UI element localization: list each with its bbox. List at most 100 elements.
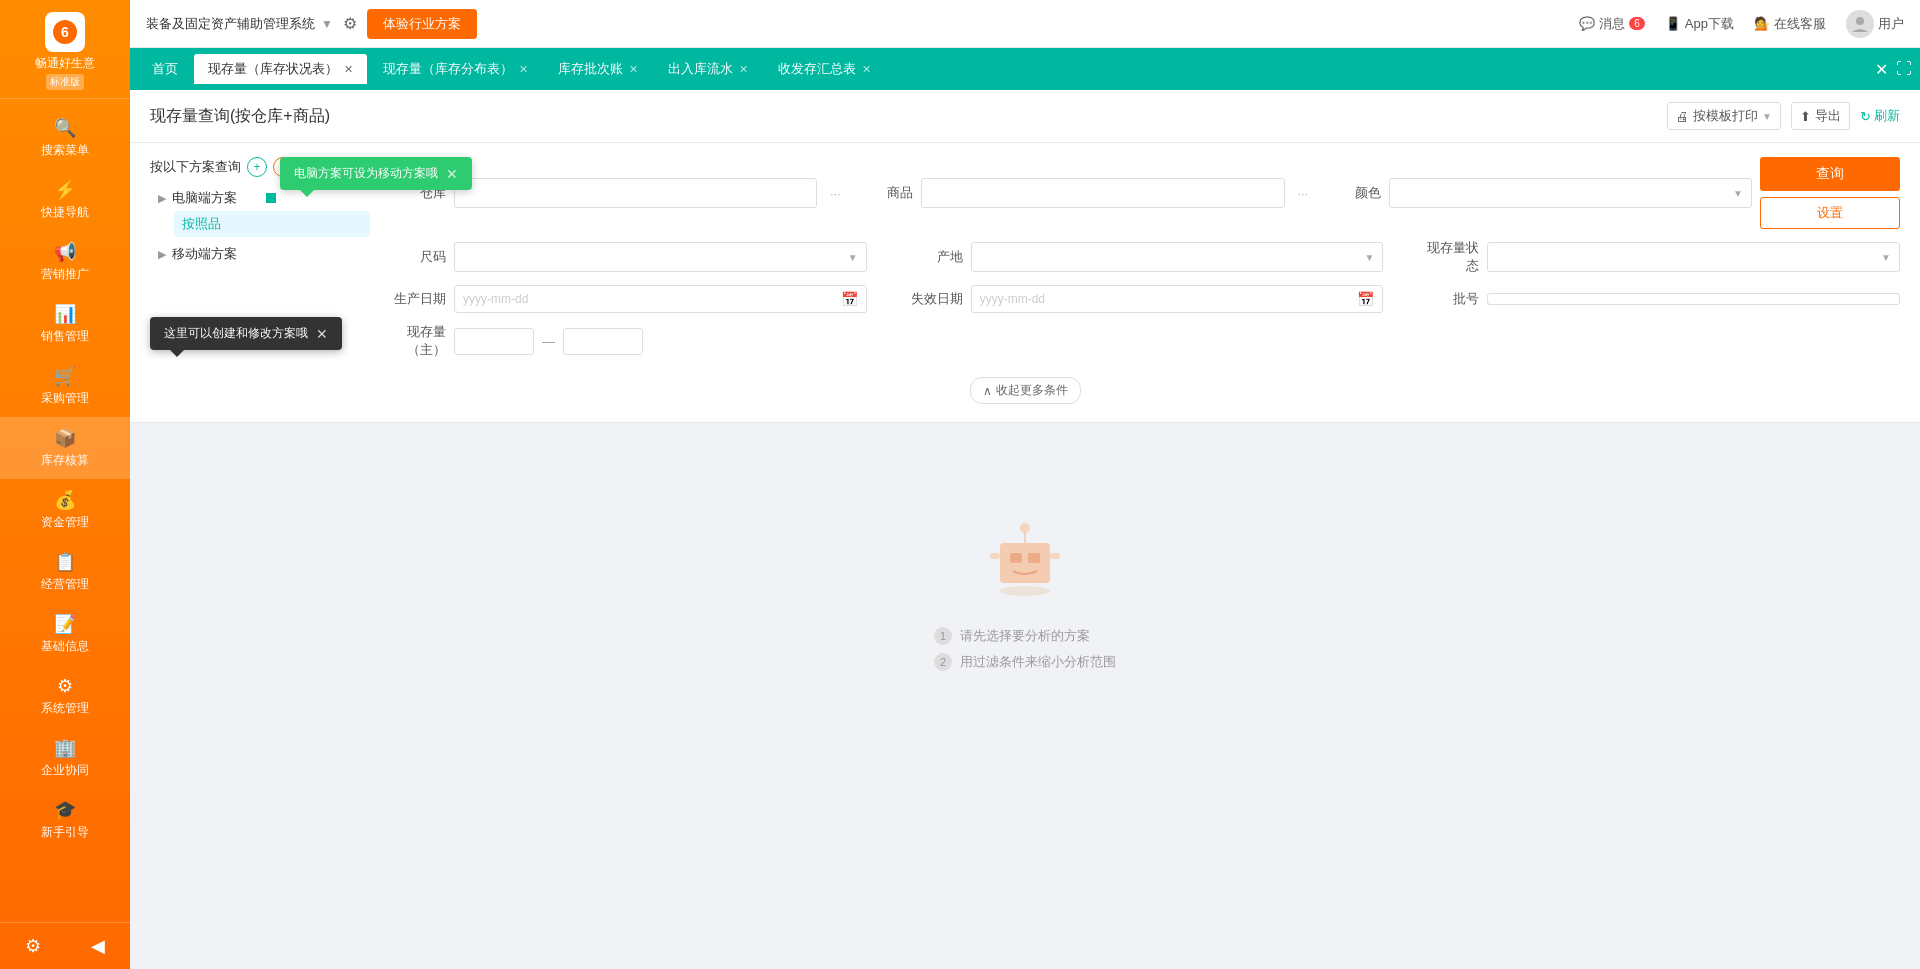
batch-input[interactable] (1487, 293, 1900, 305)
product-label: 商品 (853, 184, 913, 202)
expire-date-label: 失效日期 (903, 290, 963, 308)
sidebar-item-inventory[interactable]: 📦 库存核算 (0, 417, 130, 479)
tooltip-close-create[interactable]: ✕ (316, 326, 328, 342)
svg-point-10 (1000, 586, 1050, 596)
stock-min-input[interactable] (454, 328, 534, 355)
batch-label: 批号 (1419, 290, 1479, 308)
stock-main-label: 现存量（主） (386, 323, 446, 359)
scheme-mobile[interactable]: ▶ 移动端方案 (150, 241, 370, 267)
add-scheme-btn[interactable]: + (247, 157, 267, 177)
svg-rect-7 (1050, 553, 1060, 559)
message-icon: 💬 (1579, 16, 1595, 31)
prod-date-label: 生产日期 (386, 290, 446, 308)
tooltip-close-scheme[interactable]: ✕ (446, 166, 458, 182)
origin-select[interactable]: ▼ (971, 242, 1384, 272)
stock-status-dropdown-icon: ▼ (1881, 252, 1891, 263)
size-select[interactable]: ▼ (454, 242, 867, 272)
service-icon: 💁 (1754, 16, 1770, 31)
query-btn[interactable]: 查询 (1760, 157, 1900, 191)
tab-close-inout-flow[interactable]: ✕ (739, 63, 748, 76)
user-btn[interactable]: 用户 (1846, 10, 1904, 38)
tab-inout-flow[interactable]: 出入库流水 ✕ (654, 54, 762, 84)
sidebar-item-marketing[interactable]: 📢 营销推广 (0, 231, 130, 293)
sidebar-settings-btn[interactable]: ⚙ (25, 935, 41, 957)
tab-batch-ledger[interactable]: 库存批次账 ✕ (544, 54, 652, 84)
gear-icon[interactable]: ⚙ (343, 14, 357, 33)
sidebar-item-corp[interactable]: 🏢 企业协同 (0, 727, 130, 789)
tab-close-inventory-status[interactable]: ✕ (344, 63, 353, 76)
stock-dash: — (542, 334, 555, 349)
sidebar-collapse-btn[interactable]: ◀ (91, 935, 105, 957)
topbar-right: 💬 消息 6 📱 App下载 💁 在线客服 用户 (1579, 10, 1904, 38)
stock-status-select[interactable]: ▼ (1487, 242, 1900, 272)
empty-steps: 1 请先选择要分析的方案 2 用过滤条件来缩小分析范围 (934, 623, 1116, 675)
sidebar-item-finance[interactable]: 💰 资金管理 (0, 479, 130, 541)
svg-rect-6 (990, 553, 1000, 559)
topbar-left: 装备及固定资产辅助管理系统 ▼ ⚙ 体验行业方案 (146, 9, 477, 39)
tab-home[interactable]: 首页 (138, 54, 192, 84)
dropdown-arrow-icon: ▼ (321, 17, 333, 31)
origin-label: 产地 (903, 248, 963, 266)
finance-icon: 💰 (54, 489, 76, 511)
step-num-2: 2 (934, 653, 952, 671)
tab-inventory-status[interactable]: 现存量（库存状况表） ✕ (194, 54, 367, 84)
warehouse-more-icon[interactable]: ··· (825, 186, 845, 201)
sidebar-item-operation[interactable]: 📋 经营管理 (0, 541, 130, 603)
warehouse-select[interactable] (454, 178, 817, 208)
sidebar-item-system[interactable]: ⚙ 系统管理 (0, 665, 130, 727)
sidebar-item-guide[interactable]: 🎓 新手引导 (0, 789, 130, 851)
color-label: 颜色 (1321, 184, 1381, 202)
refresh-btn[interactable]: ↻ 刷新 (1860, 107, 1900, 125)
corp-icon: 🏢 (54, 737, 76, 759)
app-download-btn[interactable]: 📱 App下载 (1665, 15, 1734, 33)
message-btn[interactable]: 💬 消息 6 (1579, 15, 1645, 33)
collapse-btn[interactable]: ∧ 收起更多条件 (970, 377, 1081, 404)
prod-date-input[interactable]: yyyy-mm-dd 📅 (454, 285, 867, 313)
page-title: 现存量查询(按仓库+商品) (150, 106, 330, 127)
online-service-btn[interactable]: 💁 在线客服 (1754, 15, 1826, 33)
sidebar-item-sales[interactable]: 📊 销售管理 (0, 293, 130, 355)
product-more-icon[interactable]: ··· (1293, 186, 1313, 201)
template-print-btn[interactable]: 🖨 按模板打印 ▼ (1667, 102, 1781, 130)
logo-text: 畅通好生意 (35, 56, 95, 72)
scheme-tree: ▶ 电脑端方案 按照品 ▶ 移动端方案 (150, 185, 370, 267)
set-btn[interactable]: 设置 (1760, 197, 1900, 229)
message-badge: 6 (1629, 17, 1645, 30)
query-set-buttons: 查询 设置 (1760, 157, 1900, 229)
tab-close-receive-summary[interactable]: ✕ (862, 63, 871, 76)
stock-max-input[interactable] (563, 328, 643, 355)
color-dropdown-icon: ▼ (1733, 188, 1743, 199)
logo-badge: 标准版 (46, 74, 84, 90)
sidebar-item-search[interactable]: 🔍 搜索菜单 (0, 107, 130, 169)
create-scheme-tooltip: 这里可以创建和修改方案哦 ✕ (150, 317, 342, 350)
expire-date-input[interactable]: yyyy-mm-dd 📅 (971, 285, 1384, 313)
phone-icon: 📱 (1665, 16, 1681, 31)
tab-inventory-dist[interactable]: 现存量（库存分布表） ✕ (369, 54, 542, 84)
svg-text:6: 6 (61, 24, 69, 40)
print-icon: 🖨 (1676, 109, 1689, 124)
empty-step-2: 2 用过滤条件来缩小分析范围 (934, 649, 1116, 675)
tree-arrow-desktop: ▶ (158, 192, 166, 205)
tooltip-text: 电脑方案可设为移动方案哦 (294, 165, 438, 182)
step-num-1: 1 (934, 627, 952, 645)
tab-close-batch-ledger[interactable]: ✕ (629, 63, 638, 76)
color-select[interactable]: ▼ (1389, 178, 1752, 208)
sidebar-item-basic[interactable]: 📝 基础信息 (0, 603, 130, 665)
tab-close-all-icon[interactable]: ✕ (1875, 60, 1888, 79)
sales-icon: 📊 (54, 303, 76, 325)
tab-receive-summary[interactable]: 收发存汇总表 ✕ (764, 54, 885, 84)
sidebar-item-purchase[interactable]: 🛒 采购管理 (0, 355, 130, 417)
tree-arrow-mobile: ▶ (158, 248, 166, 261)
system-name: 装备及固定资产辅助管理系统 ▼ (146, 15, 333, 33)
page-actions: 🖨 按模板打印 ▼ ⬆ 导出 ↻ 刷新 (1667, 102, 1900, 130)
logo-icon: 6 (45, 12, 85, 52)
sidebar-item-quick[interactable]: ⚡ 快捷导航 (0, 169, 130, 231)
trial-btn[interactable]: 体验行业方案 (367, 9, 477, 39)
tab-fullscreen-icon[interactable]: ⛶ (1896, 60, 1912, 78)
tab-close-inventory-dist[interactable]: ✕ (519, 63, 528, 76)
marketing-icon: 📢 (54, 241, 76, 263)
export-btn[interactable]: ⬆ 导出 (1791, 102, 1850, 130)
scheme-item-product[interactable]: 按照品 (174, 211, 370, 237)
product-select[interactable] (921, 178, 1284, 208)
svg-rect-4 (1010, 553, 1022, 563)
